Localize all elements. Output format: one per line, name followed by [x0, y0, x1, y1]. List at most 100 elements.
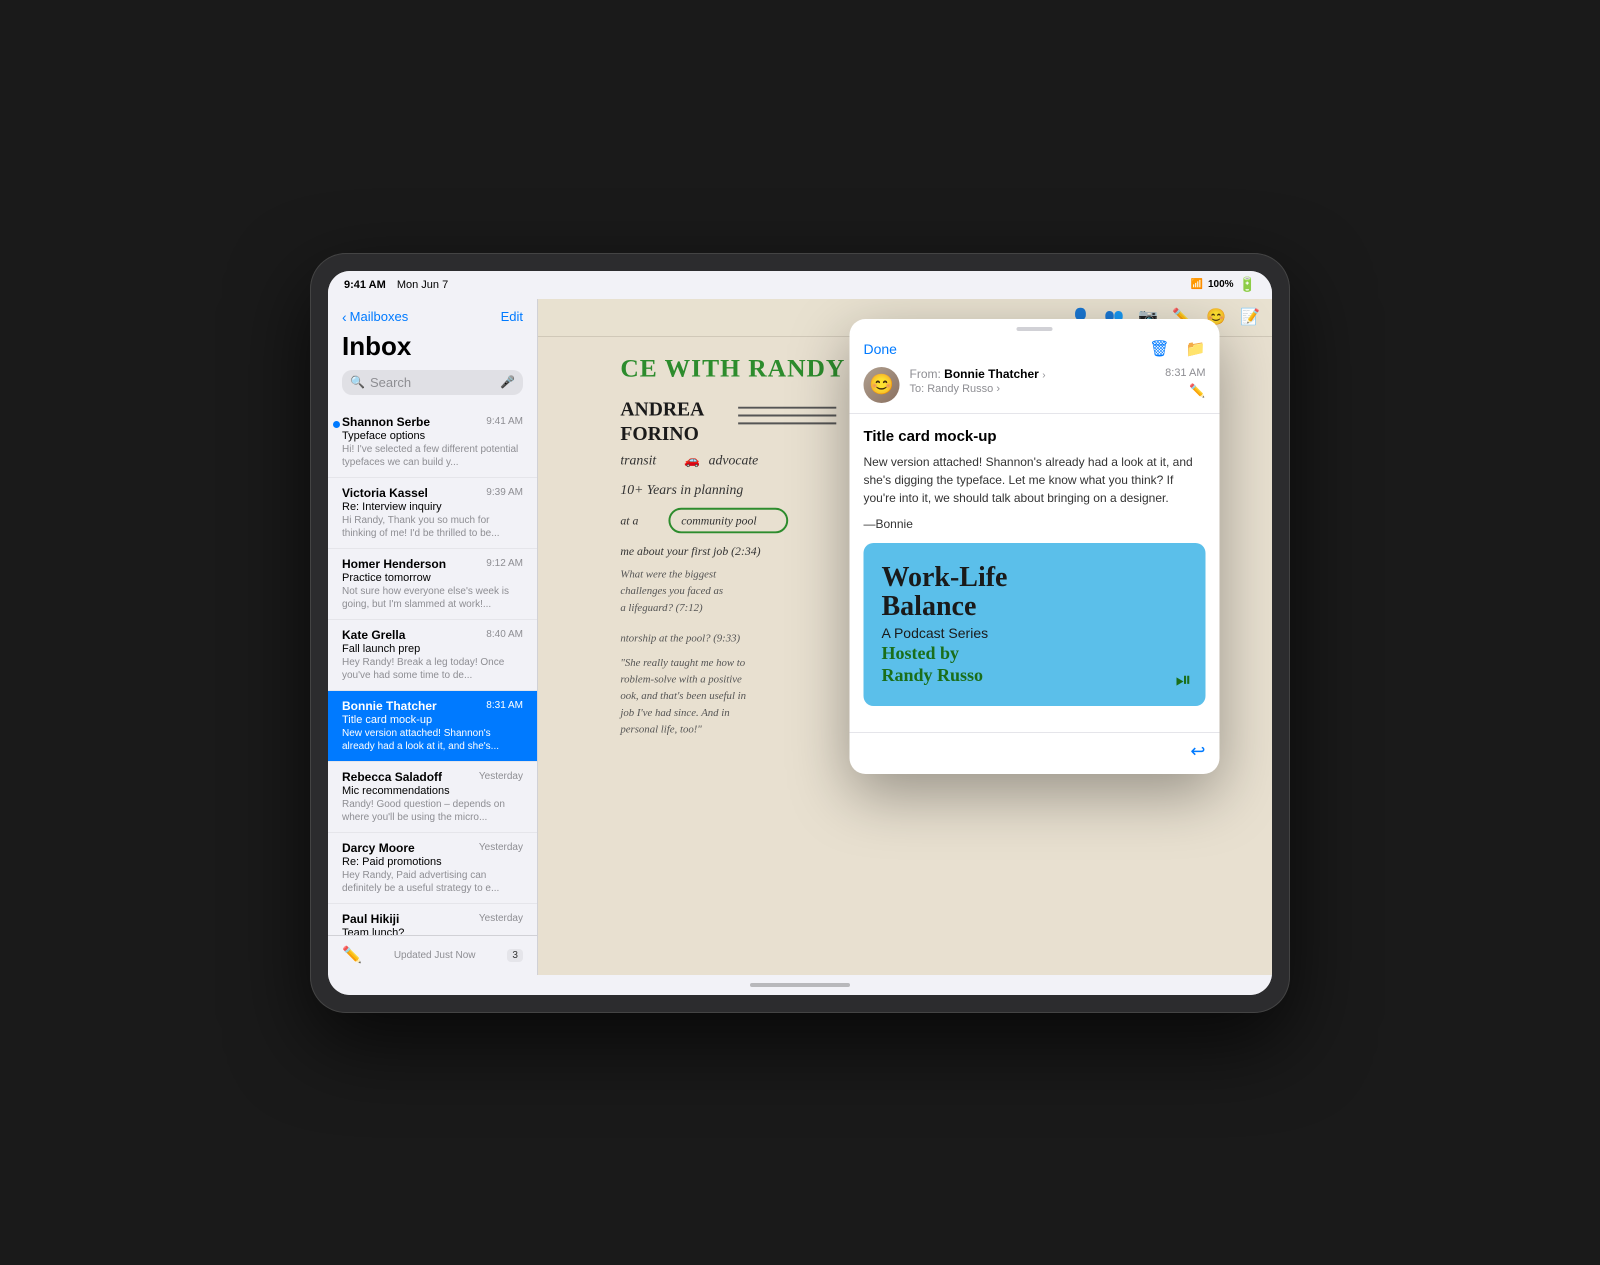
status-time-date: 9:41 AM Mon Jun 7: [344, 279, 448, 291]
search-bar[interactable]: 🔍 Search 🎤: [342, 370, 523, 395]
mail-preview: Not sure how everyone else's week is goi…: [342, 585, 523, 611]
svg-text:🚗: 🚗: [684, 452, 700, 467]
mail-item[interactable]: Paul Hikiji Yesterday Team lunch? Was th…: [328, 904, 537, 935]
svg-text:transit: transit: [620, 452, 657, 467]
ipad-device: 9:41 AM Mon Jun 7 📶 100% 🔋 ‹ Mailboxes: [310, 253, 1290, 1013]
sender-name: Kate Grella: [342, 628, 405, 642]
status-text: Updated Just Now: [394, 950, 476, 961]
search-icon: 🔍: [350, 375, 365, 389]
sender-name: Paul Hikiji: [342, 912, 399, 926]
sender-name: Darcy Moore: [342, 841, 415, 855]
sender-name: Shannon Serbe: [342, 415, 430, 429]
sender-name: Rebecca Saladoff: [342, 770, 442, 784]
popup-footer: ↩: [850, 732, 1220, 774]
podcast-hosted-by: Hosted byRandy Russo: [882, 643, 1188, 686]
mail-preview: Hey Randy, Paid advertising can definite…: [342, 869, 523, 895]
svg-text:ANDREA: ANDREA: [620, 399, 705, 420]
mail-time: 9:12 AM: [486, 558, 523, 569]
mic-icon: 🎤: [500, 375, 515, 389]
compose-icon[interactable]: ✏️: [342, 945, 362, 965]
svg-text:at a: at a: [620, 514, 638, 527]
svg-text:What were the biggest: What were the biggest: [620, 568, 717, 580]
mail-time: Yesterday: [479, 842, 523, 853]
email-popup: Done 🗑 📁 😊 From: Bo: [850, 319, 1220, 775]
mail-preview: New version attached! Shannon's already …: [342, 727, 523, 753]
mailboxes-back-button[interactable]: ‹ Mailboxes: [342, 309, 408, 325]
mail-subject: Practice tomorrow: [342, 572, 523, 584]
status-indicators: 📶 100% 🔋: [1191, 276, 1256, 293]
done-button[interactable]: Done: [864, 341, 897, 357]
mail-subject: Re: Interview inquiry: [342, 501, 523, 513]
mail-item-header: Kate Grella 8:40 AM: [342, 628, 523, 642]
popup-toolbar: Done 🗑 📁: [850, 335, 1220, 367]
mail-time: 8:31 AM: [486, 700, 523, 711]
svg-text:challenges you faced as: challenges you faced as: [620, 585, 723, 597]
svg-text:"She really taught me how to: "She really taught me how to: [620, 656, 745, 668]
svg-text:me about your first job (2:34): me about your first job (2:34): [620, 544, 760, 557]
mail-subject: Title card mock-up: [342, 714, 523, 726]
battery-icon: 🔋: [1239, 276, 1256, 293]
svg-text:10+ Years in planning: 10+ Years in planning: [620, 482, 743, 497]
svg-text:personal life, too!": personal life, too!": [619, 723, 702, 735]
svg-text:advocate: advocate: [709, 452, 759, 467]
status-time: 9:41 AM: [344, 279, 386, 291]
mail-list: Shannon Serbe 9:41 AM Typeface options H…: [328, 407, 537, 935]
folder-icon[interactable]: 📁: [1186, 339, 1206, 359]
unread-indicator: [333, 421, 340, 428]
mail-subject: Typeface options: [342, 430, 523, 442]
mail-time: 9:41 AM: [486, 416, 523, 427]
mail-subject: Re: Paid promotions: [342, 856, 523, 868]
mail-item[interactable]: Shannon Serbe 9:41 AM Typeface options H…: [328, 407, 537, 478]
popup-handle-bar: [850, 319, 1220, 335]
email-signature: —Bonnie: [864, 517, 1206, 531]
inbox-title: Inbox: [342, 331, 523, 362]
reply-icon[interactable]: ↩: [1190, 741, 1205, 762]
mail-item[interactable]: Rebecca Saladoff Yesterday Mic recommend…: [328, 762, 537, 833]
mail-item-header: Victoria Kassel 9:39 AM: [342, 486, 523, 500]
trash-icon[interactable]: 🗑: [1149, 339, 1169, 359]
search-placeholder: Search: [370, 375, 411, 390]
compose-icon[interactable]: 📝: [1240, 307, 1260, 327]
recipient-name: Randy Russo: [927, 383, 993, 395]
mail-item-header: Rebecca Saladoff Yesterday: [342, 770, 523, 784]
expand-arrow: ›: [996, 383, 1000, 395]
chevron-left-icon: ‹: [342, 309, 347, 325]
mail-subject: Team lunch?: [342, 927, 523, 935]
sender-avatar: 😊: [864, 367, 900, 403]
play-icon[interactable]: ⏯: [1176, 669, 1192, 692]
sender-name: Homer Henderson: [342, 557, 446, 571]
mail-item[interactable]: Darcy Moore Yesterday Re: Paid promotion…: [328, 833, 537, 904]
popup-body: Title card mock-up New version attached!…: [850, 414, 1220, 733]
from-label: From:: [910, 367, 945, 381]
svg-text:FORINO: FORINO: [620, 424, 699, 445]
mail-preview: Hi Randy, Thank you so much for thinking…: [342, 514, 523, 540]
email-subject: Title card mock-up: [864, 428, 1206, 445]
mail-preview: Hey Randy! Break a leg today! Once you'v…: [342, 656, 523, 682]
mail-time: Yesterday: [479, 771, 523, 782]
mail-item-header: Darcy Moore Yesterday: [342, 841, 523, 855]
to-line: To: Randy Russo ›: [910, 383, 1156, 395]
svg-text:ook, and that's been useful in: ook, and that's been useful in: [620, 690, 746, 702]
sidebar-bottom: ✏️ Updated Just Now 3: [328, 935, 537, 975]
sender-name: Bonnie Thatcher: [342, 699, 437, 713]
podcast-card[interactable]: Work-LifeBalance A Podcast Series Hosted…: [864, 543, 1206, 707]
mail-preview: Randy! Good question – depends on where …: [342, 798, 523, 824]
mail-preview: Hi! I've selected a few different potent…: [342, 443, 523, 469]
from-details: From: Bonnie Thatcher › To: Randy Russo …: [910, 367, 1156, 395]
mail-item[interactable]: Victoria Kassel 9:39 AM Re: Interview in…: [328, 478, 537, 549]
edit-button[interactable]: Edit: [501, 309, 523, 324]
mail-item-header: Bonnie Thatcher 8:31 AM: [342, 699, 523, 713]
svg-text:job I've had since. And in: job I've had since. And in: [618, 706, 729, 718]
mail-item-header: Paul Hikiji Yesterday: [342, 912, 523, 926]
sender-name: Bonnie Thatcher: [944, 367, 1039, 381]
mail-item[interactable]: Kate Grella 8:40 AM Fall launch prep Hey…: [328, 620, 537, 691]
svg-text:ntorship at the pool? (9:33): ntorship at the pool? (9:33): [620, 632, 740, 644]
email-body-text: New version attached! Shannon's already …: [864, 453, 1206, 507]
battery-label: 100%: [1208, 279, 1234, 290]
svg-text:community pool: community pool: [681, 514, 757, 527]
filter-badge[interactable]: 3: [507, 949, 523, 962]
mail-item[interactable]: Homer Henderson 9:12 AM Practice tomorro…: [328, 549, 537, 620]
main-content: ‹ Mailboxes Edit Inbox 🔍 Search 🎤: [328, 299, 1272, 975]
mail-item-selected[interactable]: Bonnie Thatcher 8:31 AM Title card mock-…: [328, 691, 537, 762]
email-time: 8:31 AM: [1165, 367, 1205, 379]
